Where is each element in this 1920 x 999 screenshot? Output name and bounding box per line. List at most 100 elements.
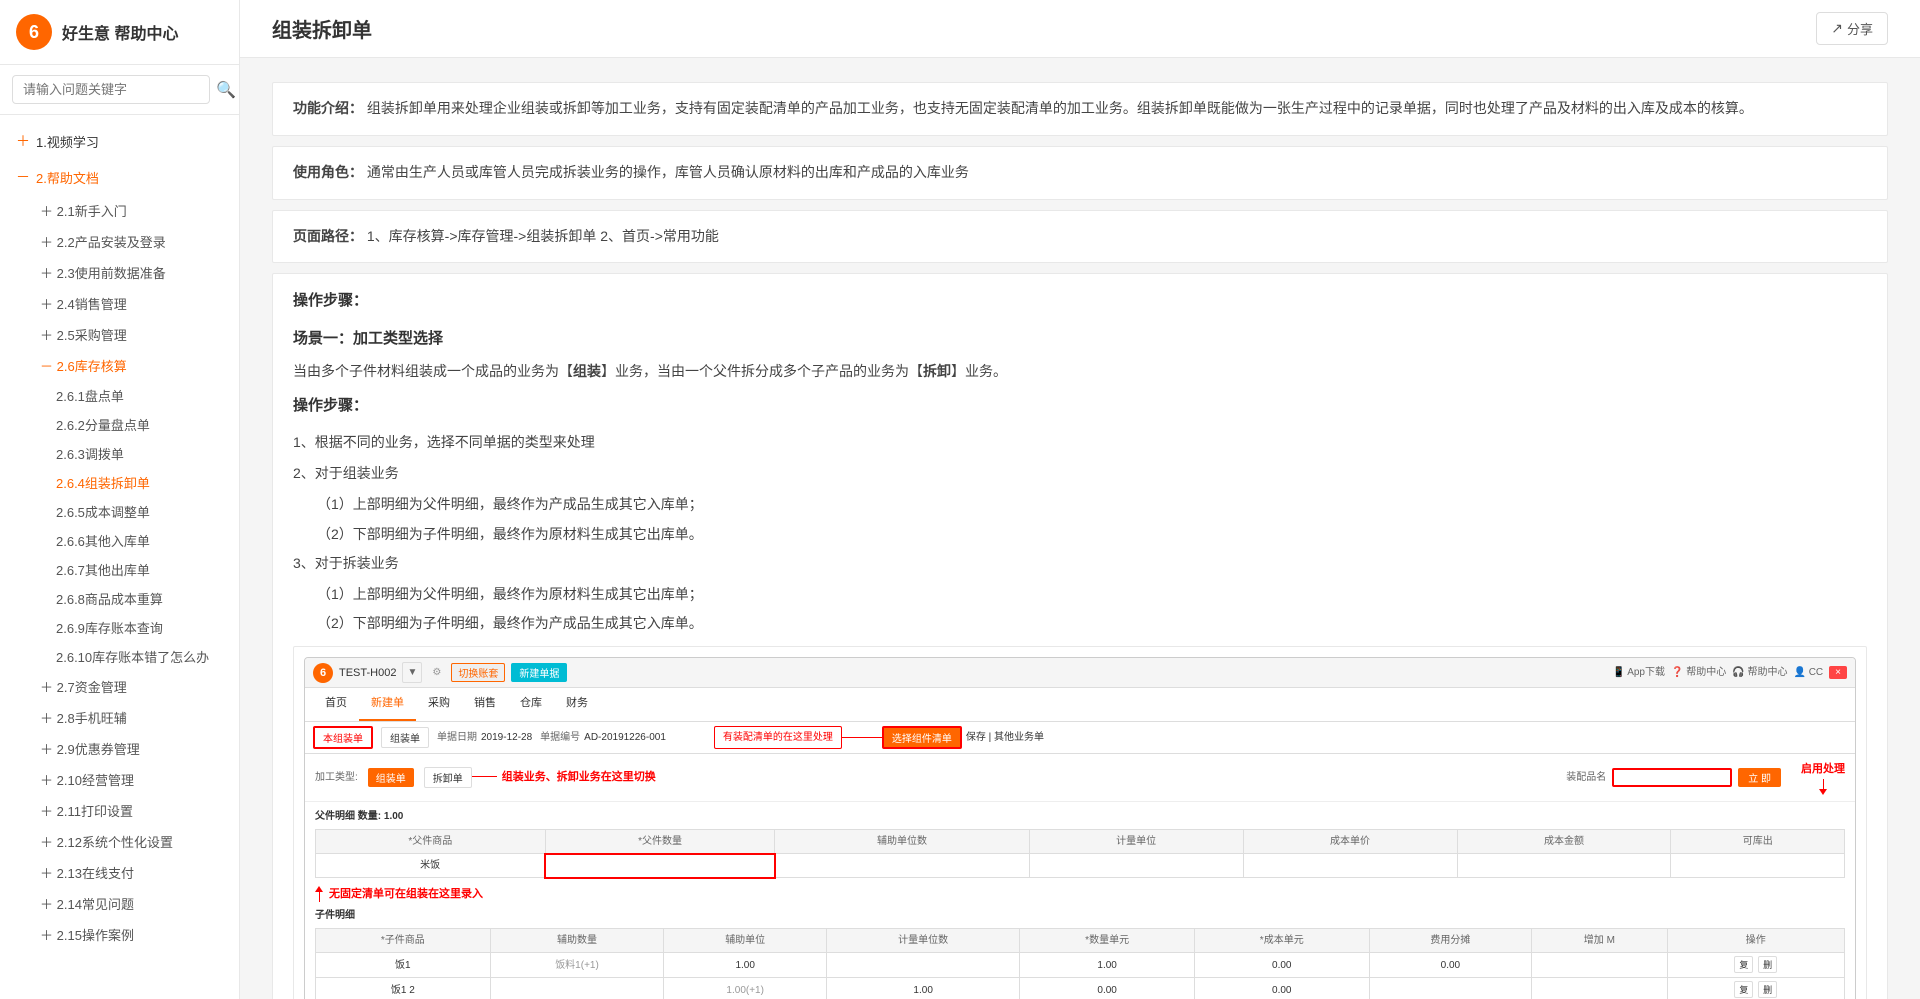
plus-icon: ＋: [40, 866, 53, 881]
sidebar-item-cases[interactable]: ＋ 2.15操作案例: [24, 919, 239, 950]
mock-row-copy-btn[interactable]: 复: [1734, 956, 1753, 973]
sidebar-item-coupon[interactable]: ＋ 2.9优惠券管理: [24, 733, 239, 764]
plus-icon: ＋: [16, 131, 30, 151]
mock-toolbar: 本组装单 组装单 单据日期 2019-12-28 单据编号 AD-2019122…: [305, 722, 1855, 754]
cell-qty[interactable]: [545, 854, 775, 878]
plus-icon: ＋: [40, 804, 53, 819]
sidebar-header: 6 好生意 帮助中心: [0, 0, 239, 65]
mock-nav-help: ❓ 帮助中心: [1671, 664, 1726, 681]
cell-child-qty-unit-1: 1.00: [1020, 953, 1195, 978]
sidebar-item-payment[interactable]: ＋ 2.13在线支付: [24, 857, 239, 888]
mock-refresh-btn[interactable]: 切换账套: [451, 663, 505, 682]
sidebar-item-install[interactable]: ＋ 2.2产品安装及登录: [24, 226, 239, 257]
sidebar-item-inventory[interactable]: － 2.6库存核算: [24, 350, 239, 381]
sidebar-item-transfer[interactable]: 2.6.3调拨单: [40, 439, 239, 468]
step-1: 1、根据不同的业务，选择不同单据的类型来处理: [293, 430, 1867, 455]
role-label: 使用角色：: [293, 164, 363, 180]
mock-btn-assembly[interactable]: 本组装单: [313, 726, 373, 749]
minus-icon: －: [40, 359, 53, 374]
mock-tab-sales[interactable]: 销售: [462, 688, 508, 721]
mock-company-select[interactable]: ▼: [402, 662, 422, 683]
sidebar-item-purchase[interactable]: ＋ 2.5采购管理: [24, 319, 239, 350]
mock-row-del-btn-2[interactable]: 删: [1758, 981, 1777, 998]
cell-child-actions-1: 复 删: [1667, 953, 1844, 978]
cell-child-cost-unit-1: 0.00: [1194, 953, 1369, 978]
sidebar-item-stocktake[interactable]: 2.6.1盘点单: [40, 381, 239, 410]
col-child-aux-qty: 辅助数量: [490, 929, 664, 953]
mock-lower-table-title: 子件明细: [315, 907, 1845, 924]
disassembly-step-2: （2）下部明细为子件明细，最终作为产成品生成其它入库单。: [317, 611, 1867, 636]
step-3: 3、对于拆装业务: [293, 551, 1867, 576]
intro-block: 功能介绍： 组装拆卸单用来处理企业组装或拆卸等加工业务，支持有固定装配清单的产品…: [272, 82, 1888, 136]
sidebar-item-other-out[interactable]: 2.6.7其他出库单: [40, 555, 239, 584]
sidebar-item-faq[interactable]: ＋ 2.14常见问题: [24, 888, 239, 919]
mock-nav-btn[interactable]: 新建单据: [511, 663, 567, 682]
plus-icon: ＋: [40, 928, 53, 943]
screenshot-container: 6 TEST-H002 ▼ ⚙ 切换账套 新建单据 📱 App下载 ❓ 帮助中心…: [293, 646, 1867, 999]
cell-child-alloc-2: [1369, 978, 1532, 999]
mock-row-copy-btn-2[interactable]: 复: [1734, 981, 1753, 998]
disassembly-sub-list: （1）上部明细为父件明细，最终作为原材料生成其它出库单； （2）下部明细为子件明…: [317, 582, 1867, 636]
search-box: 🔍: [0, 65, 239, 115]
assembly-step-1: （1）上部明细为父件明细，最终作为产成品生成其它入库单；: [317, 492, 1867, 517]
mock-row-del-btn[interactable]: 删: [1758, 956, 1777, 973]
annotation4-area: 无固定清单可在组装在这里录入: [305, 885, 1855, 908]
col-child-qty-unit: *数量单元: [1020, 929, 1195, 953]
share-button[interactable]: ↗ 分享: [1816, 12, 1888, 45]
sidebar-item-print[interactable]: ＋ 2.11打印设置: [24, 795, 239, 826]
main-header: 组装拆卸单 ↗ 分享: [240, 0, 1920, 58]
mock-close-btn[interactable]: ×: [1829, 666, 1847, 679]
mock-tab-new[interactable]: 新建单: [359, 688, 416, 721]
annotation1-container: 有装配清单的在这里处理 选择组件清单 保存 | 其他业务单: [714, 726, 1044, 749]
operations-title: 操作步骤：: [293, 288, 1867, 314]
sidebar-item-docs[interactable]: － 2.帮助文档: [0, 159, 239, 195]
sidebar-item-other-in[interactable]: 2.6.6其他入库单: [40, 526, 239, 555]
cell-goods: 米饭: [316, 854, 546, 878]
mock-tab-inventory[interactable]: 仓库: [508, 688, 554, 721]
mock-bom-field-label: 装配品名: [1566, 769, 1606, 786]
col-child-actions: 操作: [1667, 929, 1844, 953]
mock-apply-btn[interactable]: 立 即: [1738, 768, 1781, 787]
sidebar-item-finance[interactable]: ＋ 2.7资金管理: [24, 671, 239, 702]
mock-disassembly-type-btn[interactable]: 拆卸单: [424, 767, 472, 788]
nav-section-videos: ＋ 1.视频学习: [0, 123, 239, 159]
col-cost-amount: 成本金额: [1457, 829, 1671, 854]
annotation3-line: [1823, 779, 1824, 789]
sidebar-item-settings[interactable]: ＋ 2.12系统个性化设置: [24, 826, 239, 857]
cell-child-goods-2: 饭1 2: [316, 978, 491, 999]
mock-field-date: 单据日期 2019-12-28: [437, 729, 532, 746]
mock-upper-table-title: 父件明细 数量: 1.00: [315, 808, 1845, 825]
search-button[interactable]: 🔍: [216, 80, 236, 100]
sidebar-item-cost-recalc[interactable]: 2.6.8商品成本重算: [40, 584, 239, 613]
plus-icon: ＋: [40, 266, 53, 281]
mock-tab-purchase[interactable]: 采购: [416, 688, 462, 721]
sidebar-item-videos[interactable]: ＋ 1.视频学习: [0, 123, 239, 159]
sidebar-item-beginner[interactable]: ＋ 2.1新手入门: [24, 195, 239, 226]
scene1-desc: 当由多个子件材料组装成一个成品的业务为【组装】业务，当由一个父件拆分成多个子产品…: [293, 359, 1867, 384]
annotation3-arrow: [1819, 789, 1827, 795]
sidebar-item-assembly[interactable]: 2.6.4组装拆卸单: [40, 468, 239, 497]
annotation2-arrow: [472, 776, 497, 777]
mock-bom-input[interactable]: [1612, 768, 1732, 787]
mock-btn-disassembly[interactable]: 组装单: [381, 727, 429, 748]
sidebar-item-inventory-query[interactable]: 2.6.9库存账本查询: [40, 613, 239, 642]
cell-child-alloc-1: 0.00: [1369, 953, 1532, 978]
sidebar-item-inventory-error[interactable]: 2.6.10库存账本错了怎么办: [40, 642, 239, 671]
mock-tab-home[interactable]: 首页: [313, 688, 359, 721]
sidebar-item-data-prep[interactable]: ＋ 2.3使用前数据准备: [24, 257, 239, 288]
sidebar-item-sales[interactable]: ＋ 2.4销售管理: [24, 288, 239, 319]
mock-tab-finance[interactable]: 财务: [554, 688, 600, 721]
mock-assembly-type-btn[interactable]: 组装单: [368, 768, 414, 787]
sidebar-item-partial-stocktake[interactable]: 2.6.2分量盘点单: [40, 410, 239, 439]
plus-icon: ＋: [40, 835, 53, 850]
search-input[interactable]: [12, 75, 210, 104]
col-child-add: 增加 M: [1532, 929, 1667, 953]
sidebar-item-mobile[interactable]: ＋ 2.8手机旺辅: [24, 702, 239, 733]
sidebar-item-operations[interactable]: ＋ 2.10经营管理: [24, 764, 239, 795]
mock-select-bom-btn[interactable]: 选择组件清单: [882, 726, 962, 749]
plus-icon: ＋: [40, 773, 53, 788]
mock-number-value: AD-20191226-001: [584, 729, 666, 746]
mock-date-label: 单据日期: [437, 729, 477, 746]
mock-lower-table-area: 子件明细 *子件商品 辅助数量 辅助单位 计量单位数 *数量单元 *成本单元: [305, 907, 1855, 999]
sidebar-item-cost-adjust[interactable]: 2.6.5成本调整单: [40, 497, 239, 526]
